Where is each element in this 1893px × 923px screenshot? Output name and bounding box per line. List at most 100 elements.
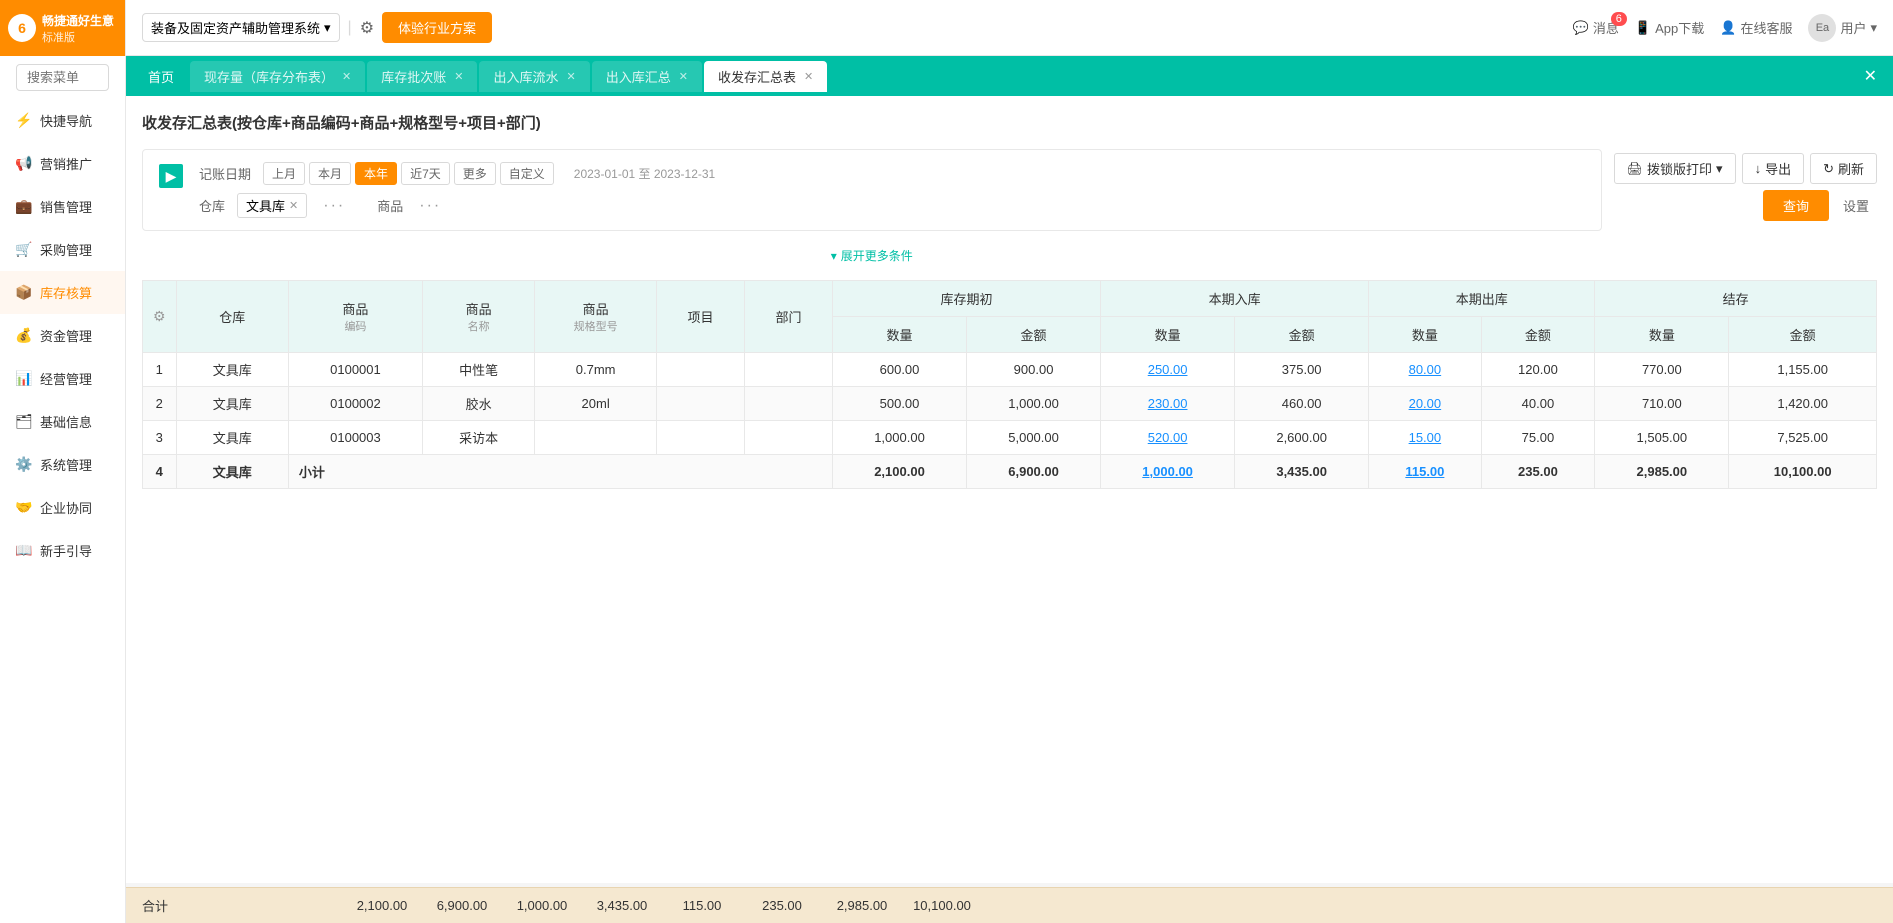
base-icon: 🗂 <box>16 414 32 430</box>
goods-filter-label: 商品 <box>377 196 403 215</box>
tab-flow-close[interactable]: ✕ <box>567 70 576 83</box>
tab-flow[interactable]: 出入库流水 ✕ <box>479 61 589 92</box>
app-download-button[interactable]: 📱 App下载 <box>1635 18 1704 37</box>
th-settings: ⚙ <box>143 281 177 353</box>
th-out-qty: 数量 <box>1369 317 1481 353</box>
tab-summary-out-close[interactable]: ✕ <box>679 70 688 83</box>
mobile-icon: 📱 <box>1635 20 1651 36</box>
sidebar-item-guide[interactable]: 📖 新手引导 <box>0 529 125 572</box>
cell-opening-qty: 1,000.00 <box>832 421 966 455</box>
subtotal-label: 小计 <box>288 455 832 489</box>
tab-recv-summary[interactable]: 收发存汇总表 ✕ <box>704 61 827 92</box>
sidebar-item-system[interactable]: ⚙️ 系统管理 <box>0 443 125 486</box>
th-period-in-group: 本期入库 <box>1101 281 1369 317</box>
sidebar-item-collab[interactable]: 🤝 企业协同 <box>0 486 125 529</box>
main-area: 装备及固定资产辅助管理系统 ▾ | ⚙ 体验行业方案 💬 消息 6 📱 App下… <box>126 0 1893 923</box>
sidebar-item-label: 经营管理 <box>40 369 92 388</box>
gear-settings-icon[interactable]: ⚙ <box>360 18 374 38</box>
tab-bar-close-all[interactable]: ✕ <box>1856 62 1885 90</box>
th-balance-amt: 金额 <box>1729 317 1877 353</box>
sidebar-item-quick[interactable]: ⚡ 快捷导航 <box>0 99 125 142</box>
sidebar-item-label: 销售管理 <box>40 197 92 216</box>
cell-out-amt: 75.00 <box>1481 421 1595 455</box>
cell-warehouse: 文具库 <box>176 421 288 455</box>
refresh-icon: ↻ <box>1823 161 1834 177</box>
sidebar-item-base[interactable]: 🗂 基础信息 <box>0 400 125 443</box>
cell-opening-amt: 1,000.00 <box>967 387 1101 421</box>
sidebar-item-inventory[interactable]: 📦 库存核算 <box>0 271 125 314</box>
user-menu[interactable]: Ea 用户 ▾ <box>1808 14 1877 42</box>
cell-dept <box>744 421 832 455</box>
sidebar-item-purchase[interactable]: 🛒 采购管理 <box>0 228 125 271</box>
tab-batch[interactable]: 库存批次账 ✕ <box>367 61 477 92</box>
subtotal-balance-amt: 10,100.00 <box>1729 455 1877 489</box>
tab-inventory-dist[interactable]: 现存量（库存分布表） ✕ <box>190 61 365 92</box>
th-project: 项目 <box>656 281 744 353</box>
th-in-qty: 数量 <box>1101 317 1235 353</box>
print-button[interactable]: 🖨 拨锁版打印 ▾ <box>1614 153 1736 184</box>
table-container: ⚙ 仓库 商品编码 商品名称 商品规格型号 项目 部门 库存期初 本期入库 本期… <box>142 280 1877 489</box>
operation-icon: 📊 <box>16 371 32 387</box>
th-opening-group: 库存期初 <box>832 281 1100 317</box>
subtotal-out-amt: 235.00 <box>1481 455 1595 489</box>
cell-balance-qty: 770.00 <box>1595 353 1729 387</box>
tab-inventory-dist-close[interactable]: ✕ <box>342 70 351 83</box>
refresh-button[interactable]: ↻ 刷新 <box>1810 153 1877 184</box>
date-btn-this-year[interactable]: 本年 <box>355 162 397 185</box>
total-opening-amt: 6,900.00 <box>422 898 502 913</box>
print-icon: 🖨 <box>1627 161 1644 177</box>
date-btn-7days[interactable]: 近7天 <box>401 162 450 185</box>
query-button[interactable]: 查询 <box>1763 190 1829 221</box>
subtotal-balance-qty: 2,985.00 <box>1595 455 1729 489</box>
date-btn-this-month[interactable]: 本月 <box>309 162 351 185</box>
total-values: 2,100.00 6,900.00 1,000.00 3,435.00 115.… <box>342 898 1877 913</box>
filter-toggle-btn[interactable]: ▶ <box>159 164 183 188</box>
subtotal-no: 4 <box>143 455 177 489</box>
tab-summary-out[interactable]: 出入库汇总 ✕ <box>592 61 702 92</box>
sidebar-item-finance[interactable]: 💰 资金管理 <box>0 314 125 357</box>
warehouse-tag-close[interactable]: ✕ <box>289 199 298 212</box>
table-gear-icon[interactable]: ⚙ <box>153 308 166 324</box>
cell-no: 3 <box>143 421 177 455</box>
chevron-down-icon: ▾ <box>324 20 331 36</box>
expand-more-btn[interactable]: ▾ 展开更多条件 <box>142 243 1602 268</box>
sidebar-logo: 6 畅捷通好生意 标准版 <box>0 0 125 56</box>
cell-out-qty[interactable]: 80.00 <box>1369 353 1481 387</box>
cell-balance-qty: 1,505.00 <box>1595 421 1729 455</box>
cell-in-qty[interactable]: 520.00 <box>1101 421 1235 455</box>
sidebar-item-label: 快捷导航 <box>40 111 92 130</box>
cell-goods-name: 采访本 <box>422 421 534 455</box>
th-warehouse: 仓库 <box>176 281 288 353</box>
online-service-button[interactable]: 👤 在线客服 <box>1720 18 1792 37</box>
th-dept: 部门 <box>744 281 832 353</box>
th-goods-spec: 商品规格型号 <box>535 281 657 353</box>
date-btn-custom[interactable]: 自定义 <box>500 162 554 185</box>
warehouse-more-dots[interactable]: ··· <box>319 197 349 215</box>
try-button[interactable]: 体验行业方案 <box>382 12 492 43</box>
message-button[interactable]: 💬 消息 6 <box>1573 18 1619 37</box>
cell-goods-spec: 20ml <box>535 387 657 421</box>
date-btn-last-month[interactable]: 上月 <box>263 162 305 185</box>
cell-in-qty[interactable]: 230.00 <box>1101 387 1235 421</box>
date-btn-more[interactable]: 更多 <box>454 162 496 185</box>
sidebar-item-sales[interactable]: 💼 销售管理 <box>0 185 125 228</box>
collab-icon: 🤝 <box>16 500 32 516</box>
cell-out-qty[interactable]: 15.00 <box>1369 421 1481 455</box>
export-button[interactable]: ↓ 导出 <box>1742 153 1805 184</box>
sidebar-item-operation[interactable]: 📊 经营管理 <box>0 357 125 400</box>
cell-in-qty[interactable]: 250.00 <box>1101 353 1235 387</box>
cell-out-qty[interactable]: 20.00 <box>1369 387 1481 421</box>
sidebar-item-marketing[interactable]: 📢 营销推广 <box>0 142 125 185</box>
tab-home[interactable]: 首页 <box>134 61 188 92</box>
system-selector[interactable]: 装备及固定资产辅助管理系统 ▾ <box>142 13 340 42</box>
tab-inventory-dist-label: 现存量（库存分布表） <box>204 67 334 86</box>
tab-batch-close[interactable]: ✕ <box>454 70 463 83</box>
cell-balance-amt: 1,155.00 <box>1729 353 1877 387</box>
main-table: ⚙ 仓库 商品编码 商品名称 商品规格型号 项目 部门 库存期初 本期入库 本期… <box>142 280 1877 489</box>
search-input[interactable] <box>16 64 109 91</box>
settings-link[interactable]: 设置 <box>1835 190 1877 221</box>
sidebar-item-search[interactable] <box>0 56 125 99</box>
goods-more-dots[interactable]: ··· <box>415 197 445 215</box>
tab-recv-summary-close[interactable]: ✕ <box>804 70 813 83</box>
system-name: 装备及固定资产辅助管理系统 <box>151 18 320 37</box>
